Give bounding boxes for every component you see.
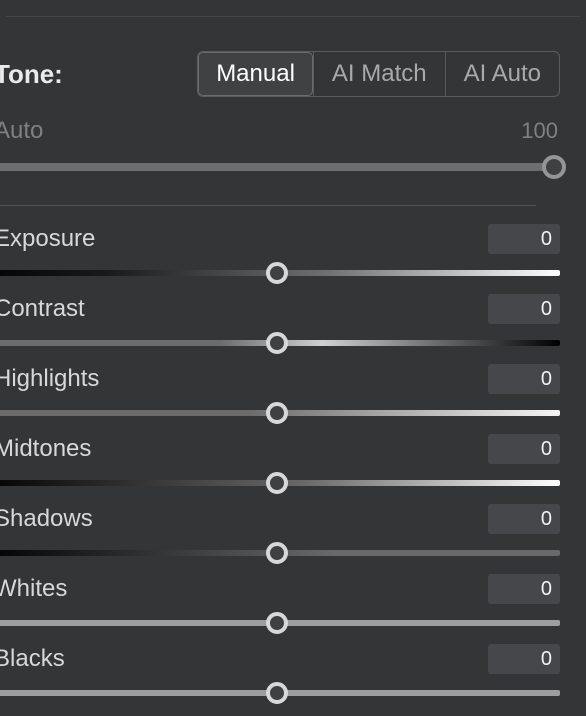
exposure-slider: Exposure 0 [0,224,586,276]
whites-track[interactable] [0,620,560,626]
tone-mode-ai-match[interactable]: AI Match [313,52,445,96]
contrast-slider: Contrast 0 [0,294,586,346]
highlights-thumb[interactable] [266,402,288,424]
whites-label: Whites [0,575,488,603]
midtones-track[interactable] [0,480,560,486]
tone-mode-row: Tone: Manual AI Match AI Auto [0,51,586,97]
blacks-thumb[interactable] [266,682,288,704]
tone-mode-segmented: Manual AI Match AI Auto [197,51,560,97]
exposure-value[interactable]: 0 [488,224,560,254]
whites-value[interactable]: 0 [488,574,560,604]
midtones-value[interactable]: 0 [488,434,560,464]
contrast-value[interactable]: 0 [488,294,560,324]
contrast-track[interactable] [0,340,560,346]
whites-thumb[interactable] [266,612,288,634]
blacks-label: Blacks [0,645,488,673]
blacks-track[interactable] [0,690,560,696]
highlights-value[interactable]: 0 [488,364,560,394]
tone-mode-manual[interactable]: Manual [198,52,313,96]
tone-label: Tone: [0,59,197,90]
shadows-value[interactable]: 0 [488,504,560,534]
midtones-label: Midtones [0,435,488,463]
auto-slider-value: 100 [521,118,562,144]
tone-panel: Tone: Manual AI Match AI Auto Auto 100 E… [0,16,586,716]
auto-slider-block: Auto 100 [0,117,586,206]
highlights-track[interactable] [0,410,560,416]
auto-divider [0,205,536,206]
blacks-slider: Blacks 0 [0,644,586,696]
panel-top-divider [6,16,580,17]
tone-mode-ai-auto[interactable]: AI Auto [445,52,559,96]
blacks-value[interactable]: 0 [488,644,560,674]
auto-slider-thumb[interactable] [542,155,566,179]
contrast-label: Contrast [0,295,488,323]
contrast-thumb[interactable] [266,332,288,354]
midtones-thumb[interactable] [266,472,288,494]
highlights-slider: Highlights 0 [0,364,586,416]
exposure-label: Exposure [0,225,488,253]
shadows-thumb[interactable] [266,542,288,564]
highlights-label: Highlights [0,365,488,393]
whites-slider: Whites 0 [0,574,586,626]
auto-slider-track[interactable] [0,163,562,171]
exposure-track[interactable] [0,270,560,276]
midtones-slider: Midtones 0 [0,434,586,486]
exposure-thumb[interactable] [266,262,288,284]
shadows-track[interactable] [0,550,560,556]
auto-slider-header: Auto 100 [0,117,562,145]
shadows-label: Shadows [0,505,488,533]
auto-slider-label: Auto [0,117,521,145]
shadows-slider: Shadows 0 [0,504,586,556]
